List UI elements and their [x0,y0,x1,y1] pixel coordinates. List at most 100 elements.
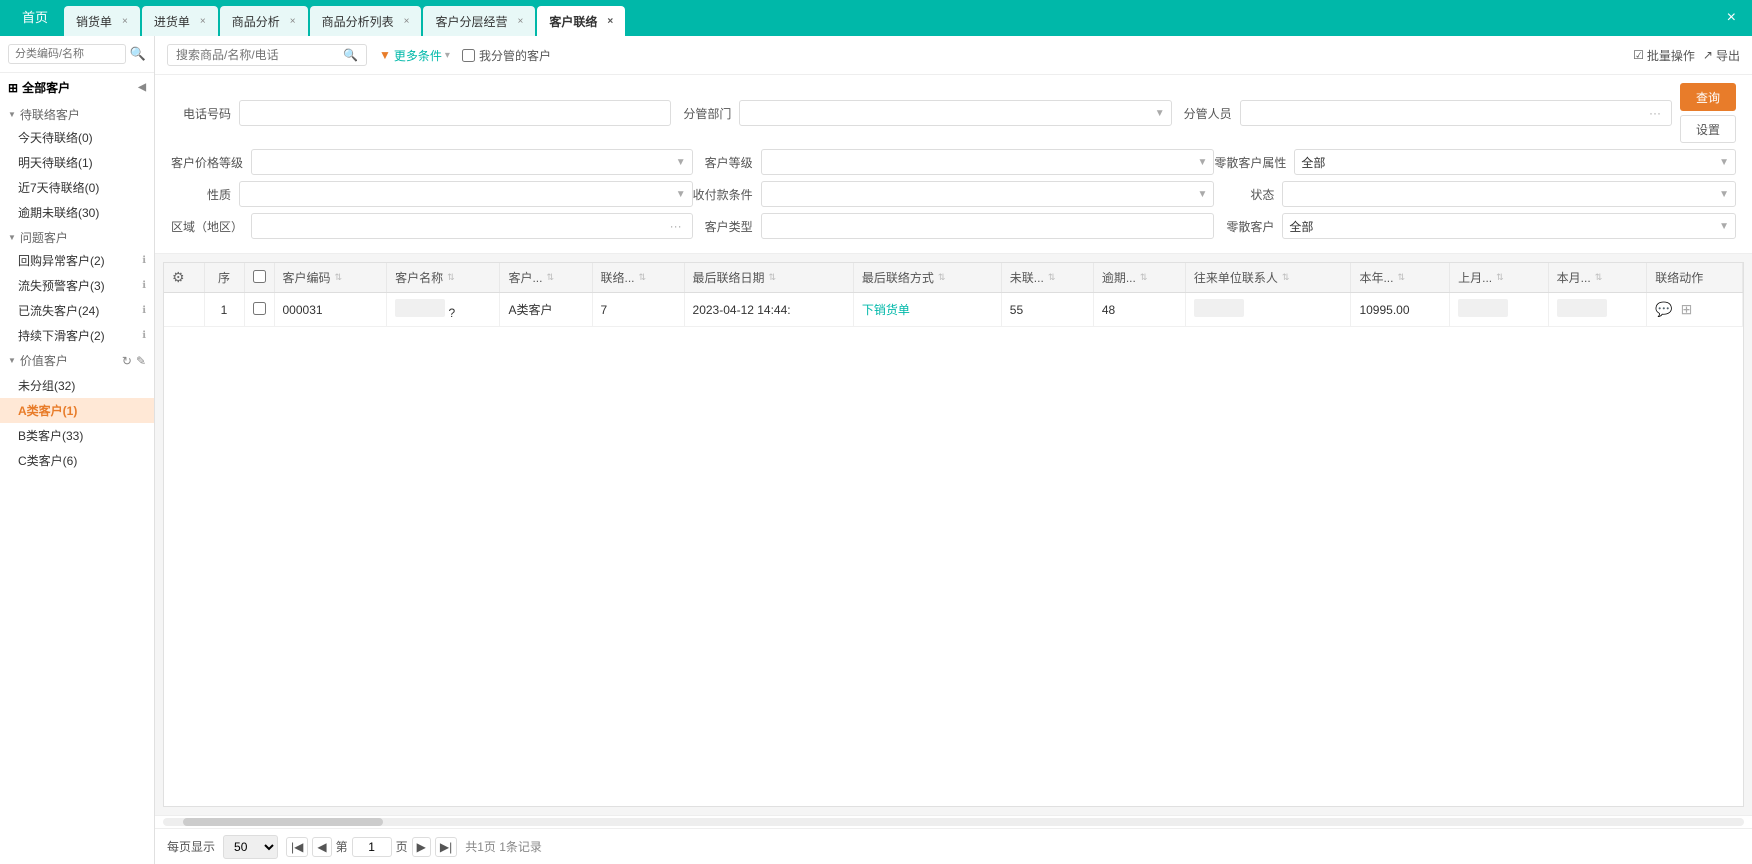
col-code[interactable]: 客户编码 ⇅ [274,263,387,293]
retail-cust-label: 零散客户 [1214,218,1274,235]
row-overdue-cell: 48 [1093,293,1185,327]
my-customers-check[interactable] [462,49,475,62]
chat-icon[interactable]: 💬 [1655,301,1672,318]
refresh-icon[interactable]: ↻ [122,354,132,368]
contact-way-link[interactable]: 下销货单 [862,303,910,317]
main-search-input[interactable] [176,48,337,62]
row-last-contact-way-cell[interactable]: 下销货单 [853,293,1001,327]
close-tab-2[interactable]: × [200,16,206,27]
col-unit-contact[interactable]: 往来单位联系人 ⇅ [1185,263,1351,293]
page-number-input[interactable] [352,837,392,857]
qr-icon[interactable]: ⊞ [1681,301,1693,318]
last-page-btn[interactable]: ▶| [435,837,457,857]
region-select[interactable]: ··· [251,213,693,239]
nav-home[interactable]: 首页 [8,0,62,36]
batch-op-btn[interactable]: ☑ 批量操作 [1633,47,1695,64]
filter-bar: 🔍 ▼ 更多条件 ▾ 我分管的客户 ☑ 批量操作 ↗ 导出 [155,36,1752,75]
nav-tab-4[interactable]: 商品分析列表 × [310,6,422,36]
nav-tab-1[interactable]: 销货单 × [64,6,140,36]
nav-tab-6[interactable]: 客户联络 × [537,6,625,36]
close-tab-5[interactable]: × [517,16,523,27]
close-tab-6[interactable]: × [607,16,613,27]
close-tab-3[interactable]: × [290,16,296,27]
col-last-contact-date[interactable]: 最后联络日期 ⇅ [684,263,853,293]
row-checkbox[interactable] [253,302,266,315]
col-this-month[interactable]: 本月... ⇅ [1548,263,1647,293]
sidebar-item-declining[interactable]: 持续下滑客户(2) ℹ [0,323,154,348]
close-tab-1[interactable]: × [122,16,128,27]
page-prefix: 第 [336,838,348,855]
person-select[interactable]: ··· [1240,100,1672,126]
all-customers-header[interactable]: ⊞ 全部客户 ◀ [0,73,154,102]
cust-grade-select[interactable]: ▼ [761,149,1215,175]
phone-input[interactable] [239,100,671,126]
dept-select[interactable]: ▼ [739,100,1171,126]
sidebar-item-7days[interactable]: 近7天待联络(0) [0,175,154,200]
sidebar-item-b-class[interactable]: B类客户(33) [0,423,154,448]
sidebar-item-ungrouped[interactable]: 未分组(32) [0,373,154,398]
unit-sort-icon: ⇅ [1282,272,1290,283]
col-overdue[interactable]: 逾期... ⇅ [1093,263,1185,293]
export-btn[interactable]: ↗ 导出 [1703,47,1740,64]
sidebar-search-input[interactable] [8,44,126,64]
dept-label: 分管部门 [671,105,731,122]
nav-tab-2[interactable]: 进货单 × [142,6,218,36]
col-contact[interactable]: 联络... ⇅ [592,263,684,293]
payment-select[interactable]: ▼ [761,181,1215,207]
nav-tab-3[interactable]: 商品分析 × [220,6,308,36]
edit-icon[interactable]: ✎ [136,354,146,368]
col-this-year[interactable]: 本年... ⇅ [1351,263,1450,293]
per-page-select[interactable]: 50 100 [223,835,278,859]
more-conditions-btn[interactable]: ▼ 更多条件 ▾ [379,47,450,64]
sidebar-item-overdue[interactable]: 逾期未联络(30) [0,200,154,225]
cust-type-select[interactable] [761,213,1215,239]
nature-select[interactable]: ▼ [239,181,693,207]
sidebar-item-today[interactable]: 今天待联络(0) [0,125,154,150]
sidebar-collapse-icon[interactable]: ◀ [138,82,146,93]
pending-contact-group[interactable]: ▼ 待联络客户 [0,102,154,125]
data-table: ⚙ 序 客户编码 ⇅ [164,263,1743,327]
sidebar-item-c-class[interactable]: C类客户(6) [0,448,154,473]
col-last-contact-way[interactable]: 最后联络方式 ⇅ [853,263,1001,293]
last-month-placeholder [1458,299,1508,317]
row-last-month-cell [1450,293,1549,327]
sidebar-item-churn-warning[interactable]: 流失预警客户(3) ℹ [0,273,154,298]
col-type[interactable]: 客户... ⇅ [500,263,592,293]
value-customers-label[interactable]: ▼ 价值客户 [8,352,68,369]
sidebar-item-churned[interactable]: 已流失客户(24) ℹ [0,298,154,323]
retail-cust-select[interactable]: 全部 ▼ [1282,213,1736,239]
close-all-tabs[interactable]: × [1719,9,1744,27]
first-page-btn[interactable]: |◀ [286,837,308,857]
sidebar-item-tomorrow[interactable]: 明天待联络(1) [0,150,154,175]
col-not-contact[interactable]: 未联... ⇅ [1001,263,1093,293]
expand-icon-3: ▼ [8,356,16,365]
row-not-contact-cell: 55 [1001,293,1093,327]
price-grade-select[interactable]: ▼ [251,149,693,175]
next-page-btn[interactable]: ▶ [412,837,431,857]
status-chevron: ▼ [1719,189,1729,200]
prev-page-btn[interactable]: ◀ [312,837,331,857]
grid-icon: ⊞ [8,81,18,95]
scroll-thumb[interactable] [183,818,383,826]
col-last-month[interactable]: 上月... ⇅ [1450,263,1549,293]
col-name[interactable]: 客户名称 ⇅ [387,263,500,293]
query-btn[interactable]: 查询 [1680,83,1736,111]
person-more-dots[interactable]: ··· [1645,106,1665,120]
sidebar-search-icon[interactable]: 🔍 [130,46,146,62]
sidebar-item-a-class[interactable]: A类客户(1) [0,398,154,423]
region-more-dots[interactable]: ··· [666,219,686,233]
nav-tab-5[interactable]: 客户分层经营 × [423,6,535,36]
problem-customers-group[interactable]: ▼ 问题客户 [0,225,154,248]
settings-gear-icon[interactable]: ⚙ [172,269,185,285]
status-select[interactable]: ▼ [1282,181,1736,207]
search-icon[interactable]: 🔍 [343,48,358,62]
my-customers-checkbox[interactable]: 我分管的客户 [462,47,551,64]
settings-btn[interactable]: 设置 [1680,115,1736,143]
row-settings-cell [164,293,204,327]
retail-attr-select[interactable]: 全部 ▼ [1294,149,1736,175]
select-all-checkbox[interactable] [253,270,266,283]
row-checkbox-cell[interactable] [244,293,274,327]
nature-label: 性质 [171,186,231,203]
close-tab-4[interactable]: × [404,16,410,27]
sidebar-item-repurchase[interactable]: 回购异常客户(2) ℹ [0,248,154,273]
